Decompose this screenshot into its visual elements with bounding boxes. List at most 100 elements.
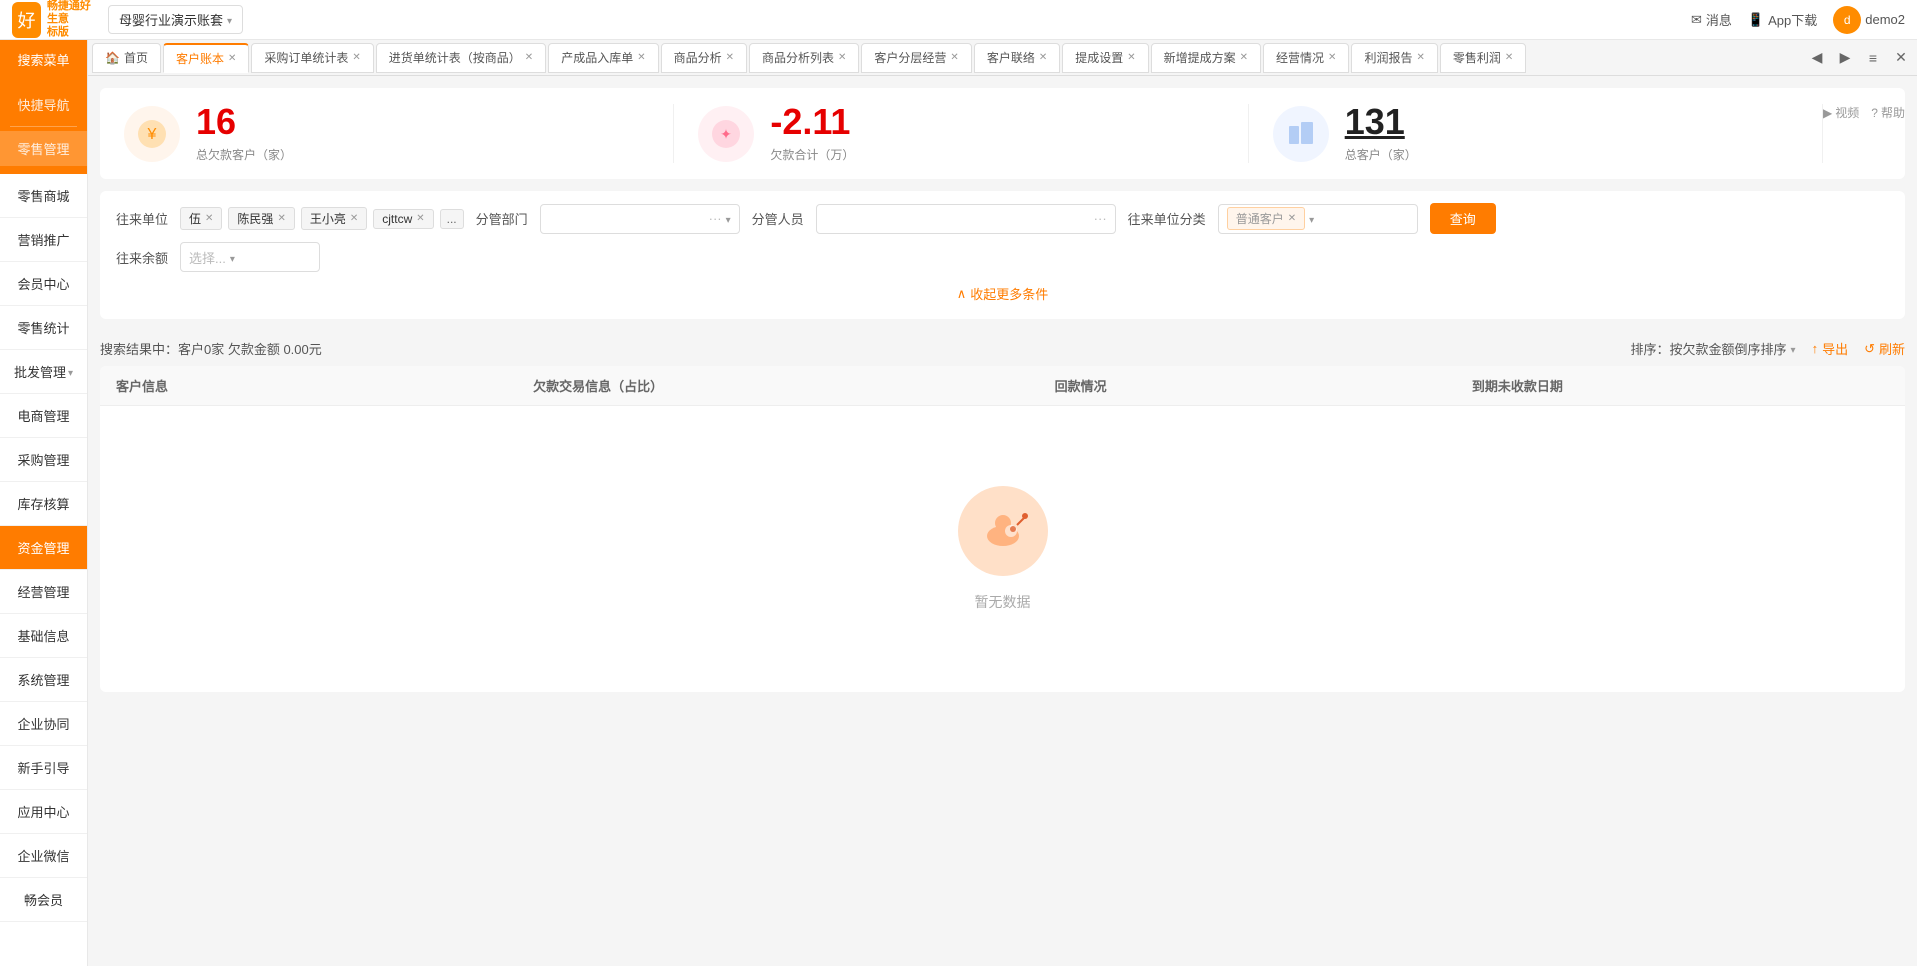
tab-customer-layer[interactable]: 客户分层经营 ✕: [861, 43, 971, 73]
sidebar-item-operations[interactable]: 经营管理: [0, 570, 87, 614]
sidebar-item-capital[interactable]: 资金管理: [0, 526, 87, 570]
tab-close-customer-contact[interactable]: ✕: [1039, 52, 1047, 63]
tab-close-new-reminder[interactable]: ✕: [1240, 52, 1248, 63]
refresh-btn[interactable]: ↺ 刷新: [1864, 339, 1905, 358]
tab-close-accounts[interactable]: ✕: [228, 53, 236, 64]
sidebar-item-marketing[interactable]: 营销推广: [0, 218, 87, 262]
empty-state: 暂无数据: [100, 406, 1905, 692]
filter-expand-btn[interactable]: ∧ 收起更多条件: [116, 280, 1889, 307]
stat-number-1: 16: [196, 104, 292, 140]
tab-close-cost-instock[interactable]: ✕: [637, 52, 645, 63]
tab-close-profit-report[interactable]: ✕: [1416, 52, 1424, 63]
table-header-repay-info: 回款情况: [1055, 376, 1472, 395]
user-info[interactable]: d demo2: [1833, 6, 1905, 34]
filter-tag-2: 陈民强 ✕: [228, 207, 294, 230]
tab-close-instock-stats[interactable]: ✕: [525, 52, 533, 63]
sidebar-search[interactable]: 搜索菜单: [0, 40, 87, 79]
tab-profit-report[interactable]: 利润报告 ✕: [1351, 43, 1437, 73]
category-select[interactable]: 普通客户 ✕: [1218, 204, 1418, 234]
svg-text:¥: ¥: [147, 126, 157, 143]
tab-more-btn[interactable]: ≡: [1861, 46, 1885, 70]
sidebar-item-vip-member[interactable]: 畅会员: [0, 878, 87, 922]
tab-product-analysis[interactable]: 商品分析 ✕: [661, 43, 747, 73]
sidebar-item-inventory[interactable]: 库存核算: [0, 482, 87, 526]
person-select[interactable]: ···: [816, 204, 1116, 234]
tab-retail-profit[interactable]: 零售利润 ✕: [1440, 43, 1526, 73]
stats-row: ¥ 16 总欠款客户（家） ✦: [100, 88, 1905, 179]
query-btn[interactable]: 查询: [1430, 203, 1496, 234]
video-btn[interactable]: ▶ 视频: [1823, 104, 1859, 121]
tab-biz-situation[interactable]: 经营情况 ✕: [1263, 43, 1349, 73]
tab-close-biz-situation[interactable]: ✕: [1328, 52, 1336, 63]
sidebar-retail-mgmt[interactable]: 零售管理: [0, 131, 87, 166]
sidebar-item-retail-mall[interactable]: 零售商城: [0, 174, 87, 218]
filter-tag-more[interactable]: ...: [440, 209, 464, 229]
tab-home[interactable]: 🏠 首页: [92, 43, 161, 73]
sort-select[interactable]: 排序：按欠款金额倒序排序: [1631, 339, 1796, 358]
stat-label-2: 欠款合计（万）: [770, 146, 854, 163]
sidebar-quick-nav[interactable]: 快捷导航: [0, 87, 87, 122]
filter-tag-1-close[interactable]: ✕: [205, 213, 213, 224]
stat-values-1: 16 总欠款客户（家）: [196, 104, 292, 163]
filter-row-1: 往来单位 伍 ✕ 陈民强 ✕ 王小亮: [116, 203, 1889, 234]
table-header-due-date: 到期未收款日期: [1472, 376, 1889, 395]
filter-tag-1: 伍 ✕: [180, 207, 222, 230]
sidebar-item-new-guide[interactable]: 新手引导: [0, 746, 87, 790]
filter-tag-3-close[interactable]: ✕: [350, 213, 358, 224]
table-header: 客户信息 欠款交易信息（占比） 回款情况 到期未收款日期: [100, 366, 1905, 406]
filter-tag-3: 王小亮 ✕: [301, 207, 367, 230]
sidebar-item-batch-mgmt[interactable]: 批发管理: [0, 350, 87, 394]
results-summary: 搜索结果中：客户0家 欠款金额 0.00元: [100, 339, 322, 358]
filter-tag-4-close[interactable]: ✕: [416, 213, 424, 224]
avatar: d: [1833, 6, 1861, 34]
dept-select[interactable]: ···: [540, 204, 740, 234]
sidebar-nav: 快捷导航 零售管理: [0, 79, 87, 174]
sidebar-item-member-center[interactable]: 会员中心: [0, 262, 87, 306]
tab-accounts[interactable]: 客户账本 ✕: [163, 43, 249, 73]
tab-new-reminder[interactable]: 新增提成方案 ✕: [1151, 43, 1261, 73]
sidebar-item-enterprise-wechat[interactable]: 企业微信: [0, 834, 87, 878]
logo-area: 好 畅捷通好生意 标版: [12, 0, 100, 39]
tab-close-all-btn[interactable]: ✕: [1889, 46, 1913, 70]
sidebar-item-app-center[interactable]: 应用中心: [0, 790, 87, 834]
help-btn[interactable]: ? 帮助: [1871, 104, 1905, 121]
tab-product-analysis-list[interactable]: 商品分析列表 ✕: [749, 43, 859, 73]
tab-close-product-analysis-list[interactable]: ✕: [838, 52, 846, 63]
tab-reminder-settings[interactable]: 提成设置 ✕: [1062, 43, 1148, 73]
export-icon: ↑: [1812, 341, 1819, 356]
expand-icon: ∧: [957, 286, 967, 302]
category-chevron: [1309, 211, 1314, 226]
sidebar-item-retail-stats[interactable]: 零售统计: [0, 306, 87, 350]
stat-number-3: 131: [1345, 104, 1417, 140]
tab-close-purchase-order[interactable]: ✕: [352, 52, 360, 63]
sidebar-item-basic-info[interactable]: 基础信息: [0, 614, 87, 658]
sidebar-item-purchase[interactable]: 采购管理: [0, 438, 87, 482]
app-download-btn[interactable]: 📱 App下载: [1748, 10, 1817, 29]
tab-cost-instock[interactable]: 产成品入库单 ✕: [548, 43, 658, 73]
category-tag: 普通客户 ✕: [1227, 207, 1305, 230]
tab-close-product-analysis[interactable]: ✕: [726, 52, 734, 63]
org-selector[interactable]: 母婴行业演示账套: [108, 5, 243, 34]
tab-prev-btn[interactable]: ◀: [1805, 46, 1829, 70]
tab-purchase-order[interactable]: 采购订单统计表 ✕: [251, 43, 373, 73]
category-tag-close[interactable]: ✕: [1288, 213, 1296, 224]
sidebar-item-system[interactable]: 系统管理: [0, 658, 87, 702]
filter-tag-4: cjttcw ✕: [373, 209, 433, 229]
table-header-customer-info: 客户信息: [116, 376, 533, 395]
stat-icon-customers: ¥: [124, 106, 180, 162]
balance-select[interactable]: 选择...: [180, 242, 320, 272]
tab-close-customer-layer[interactable]: ✕: [950, 52, 958, 63]
dept-label: 分管部门: [476, 209, 528, 228]
stat-icon-debt: ✦: [698, 106, 754, 162]
results-actions: 排序：按欠款金额倒序排序 ↑ 导出 ↺ 刷新: [1631, 339, 1905, 358]
filter-tag-2-close[interactable]: ✕: [277, 213, 285, 224]
sidebar-item-enterprise-collab[interactable]: 企业协同: [0, 702, 87, 746]
tab-customer-contact[interactable]: 客户联络 ✕: [974, 43, 1060, 73]
tab-close-reminder-settings[interactable]: ✕: [1127, 52, 1135, 63]
tab-next-btn[interactable]: ▶: [1833, 46, 1857, 70]
tab-instock-stats[interactable]: 进货单统计表（按商品） ✕: [376, 43, 546, 73]
tab-close-retail-profit[interactable]: ✕: [1505, 52, 1513, 63]
message-btn[interactable]: ✉ 消息: [1691, 10, 1732, 29]
sidebar-item-ecommerce[interactable]: 电商管理: [0, 394, 87, 438]
export-btn[interactable]: ↑ 导出: [1812, 339, 1849, 358]
